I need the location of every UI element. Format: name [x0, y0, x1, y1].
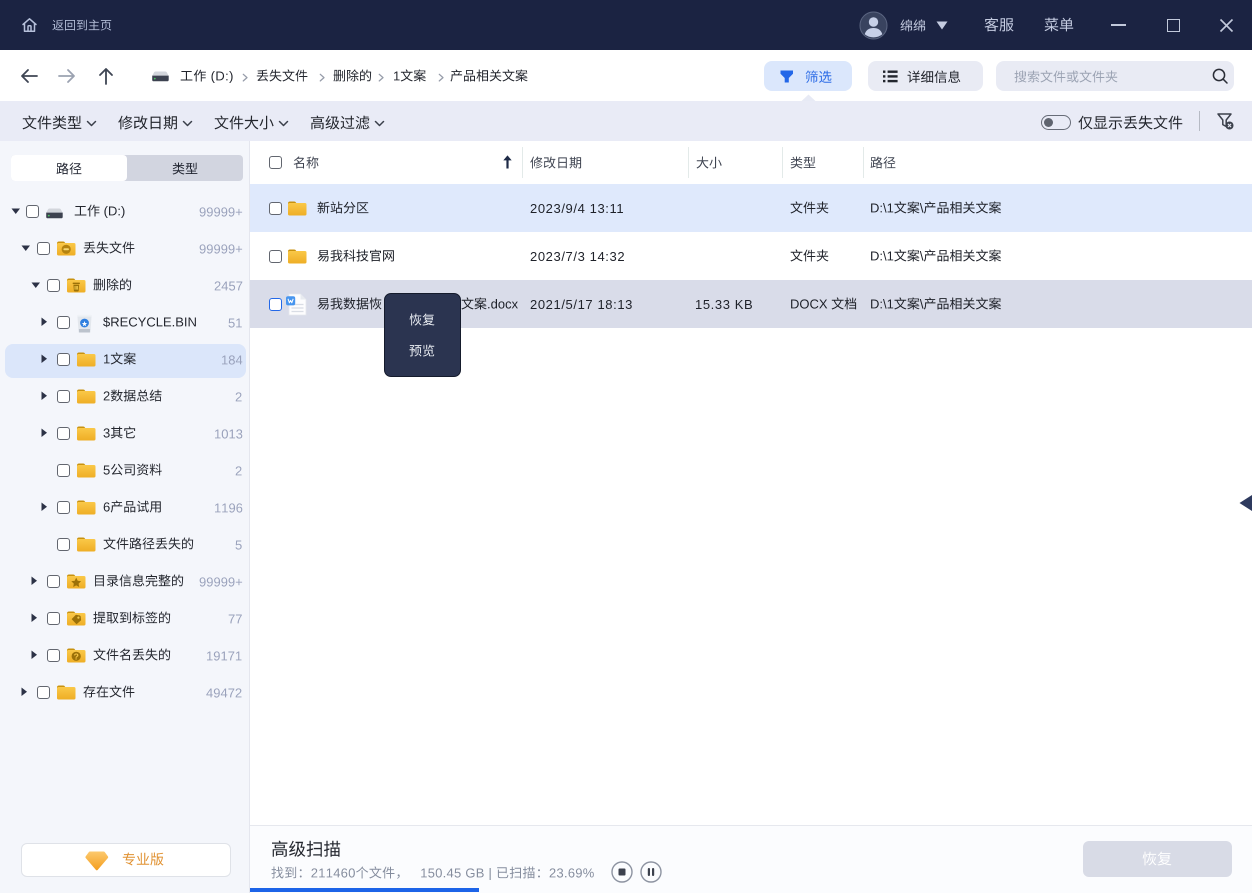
svg-text:?: ? [73, 652, 78, 662]
